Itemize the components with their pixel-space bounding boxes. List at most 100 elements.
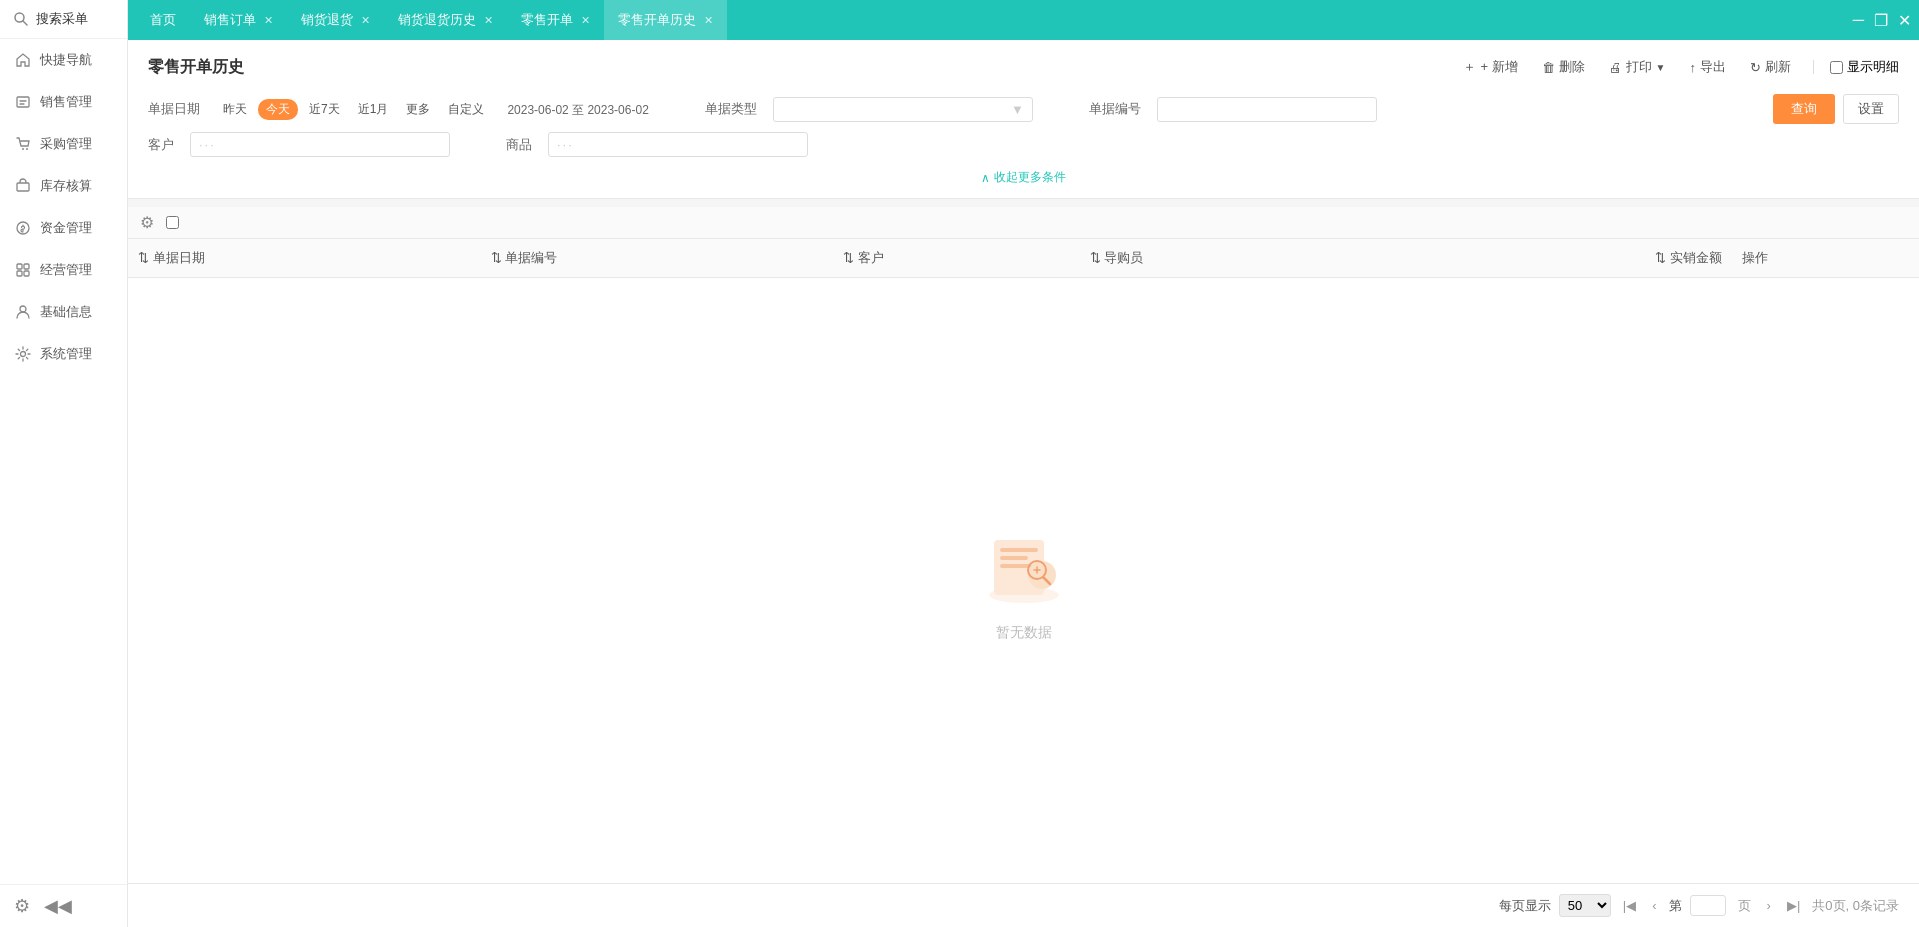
svg-point-3 bbox=[22, 148, 24, 150]
col-date: ⇅ 单据日期 bbox=[128, 239, 481, 278]
sidebar-item-operations[interactable]: 经营管理 bbox=[0, 249, 127, 291]
date-filter-buttons: 昨天 今天 近7天 近1月 更多 自定义 bbox=[216, 99, 491, 120]
date-btn-more[interactable]: 更多 bbox=[399, 99, 437, 120]
svg-point-18 bbox=[1028, 561, 1056, 589]
collapse-filters-label: 收起更多条件 bbox=[994, 169, 1066, 186]
sidebar-item-basic-info[interactable]: 基础信息 bbox=[0, 291, 127, 333]
window-minimize-btn[interactable]: ─ bbox=[1853, 11, 1864, 29]
page-number-input[interactable]: 1 bbox=[1690, 895, 1726, 916]
purchase-icon bbox=[14, 135, 32, 153]
col-date-sort-icon[interactable]: ⇅ bbox=[138, 250, 149, 265]
sidebar-item-quick-nav[interactable]: 快捷导航 bbox=[0, 39, 127, 81]
page-header: 零售开单历史 ＋ + 新增 🗑 删除 🖨 打印 ▼ bbox=[128, 40, 1919, 199]
col-amount-sort-icon[interactable]: ⇅ bbox=[1655, 250, 1666, 265]
date-btn-1month[interactable]: 近1月 bbox=[351, 99, 396, 120]
tab-sales-return[interactable]: 销货退货 ✕ bbox=[287, 0, 384, 40]
sidebar-label-finance: 资金管理 bbox=[40, 219, 92, 237]
product-filter-label: 商品 bbox=[506, 136, 532, 154]
page-label-before: 第 bbox=[1669, 897, 1682, 915]
query-button[interactable]: 查询 bbox=[1773, 94, 1835, 124]
svg-rect-9 bbox=[17, 271, 22, 276]
system-icon bbox=[14, 345, 32, 363]
display-detail-input[interactable] bbox=[1830, 61, 1843, 74]
table-toolbar: ⚙ bbox=[128, 207, 1919, 239]
order-num-filter-input[interactable] bbox=[1157, 97, 1377, 122]
per-page-select[interactable]: 50 100 200 bbox=[1559, 894, 1611, 917]
display-detail-checkbox[interactable]: 显示明细 bbox=[1830, 58, 1899, 76]
empty-state: 暂无数据 bbox=[128, 278, 1919, 883]
col-customer-sort-icon[interactable]: ⇅ bbox=[843, 250, 854, 265]
collapse-filters-bar[interactable]: ∧ 收起更多条件 bbox=[148, 165, 1899, 194]
sidebar-search[interactable]: 搜索采单 bbox=[0, 0, 127, 39]
col-customer: ⇅ 客户 bbox=[833, 239, 1080, 278]
tab-close-sales-order[interactable]: ✕ bbox=[264, 14, 273, 27]
print-icon: 🖨 bbox=[1609, 60, 1622, 75]
data-table: ⇅ 单据日期 ⇅ 单据编号 ⇅ 客户 ⇅ 导购员 bbox=[128, 239, 1919, 278]
sidebar-label-quick-nav: 快捷导航 bbox=[40, 51, 92, 69]
sidebar-item-finance[interactable]: 资金管理 bbox=[0, 207, 127, 249]
tab-close-retail-open[interactable]: ✕ bbox=[581, 14, 590, 27]
tab-retail-open[interactable]: 零售开单 ✕ bbox=[507, 0, 604, 40]
pagination: 每页显示 50 100 200 |◀ ‹ 第 1 页 › ▶| 共0页, 0条记… bbox=[128, 883, 1919, 927]
sidebar-bottom: ⚙ ◀◀ bbox=[0, 884, 127, 927]
sidebar-item-inventory[interactable]: 库存核算 bbox=[0, 165, 127, 207]
gear-icon[interactable]: ⚙ bbox=[14, 895, 30, 917]
tab-close-sales-return-history[interactable]: ✕ bbox=[484, 14, 493, 27]
type-filter-select[interactable]: ▼ bbox=[773, 97, 1033, 122]
table-settings-icon[interactable]: ⚙ bbox=[140, 213, 154, 232]
product-filter-select[interactable]: ··· bbox=[548, 132, 808, 157]
order-num-filter-label: 单据编号 bbox=[1089, 100, 1141, 118]
sidebar-label-operations: 经营管理 bbox=[40, 261, 92, 279]
page-title-row: 零售开单历史 ＋ + 新增 🗑 删除 🖨 打印 ▼ bbox=[148, 54, 1899, 80]
export-button[interactable]: ↑ 导出 bbox=[1684, 54, 1733, 80]
sidebar: 搜索采单 快捷导航 销售管理 采购管理 bbox=[0, 0, 128, 927]
add-button[interactable]: ＋ + 新增 bbox=[1457, 54, 1523, 80]
date-btn-today[interactable]: 今天 bbox=[258, 99, 298, 120]
page-next-btn[interactable]: › bbox=[1763, 896, 1775, 915]
search-icon bbox=[12, 10, 30, 28]
page-first-btn[interactable]: |◀ bbox=[1619, 896, 1640, 915]
operations-icon bbox=[14, 261, 32, 279]
svg-rect-8 bbox=[24, 264, 29, 269]
print-button[interactable]: 🖨 打印 ▼ bbox=[1603, 54, 1672, 80]
sidebar-label-sales-mgmt: 销售管理 bbox=[40, 93, 92, 111]
settings-button[interactable]: 设置 bbox=[1843, 94, 1899, 124]
total-info: 共0页, 0条记录 bbox=[1812, 897, 1899, 915]
product-select-dots: ··· bbox=[557, 137, 574, 152]
date-btn-custom[interactable]: 自定义 bbox=[441, 99, 491, 120]
filter-area: 单据日期 昨天 今天 近7天 近1月 更多 自定义 2023-06-02 至 2… bbox=[148, 94, 1899, 198]
col-guide-sort-icon[interactable]: ⇅ bbox=[1090, 250, 1101, 265]
svg-rect-7 bbox=[17, 264, 22, 269]
sidebar-item-system-mgmt[interactable]: 系统管理 bbox=[0, 333, 127, 375]
tab-close-retail-history[interactable]: ✕ bbox=[704, 14, 713, 27]
type-filter-label: 单据类型 bbox=[705, 100, 757, 118]
home-icon bbox=[14, 51, 32, 69]
page-last-btn[interactable]: ▶| bbox=[1783, 896, 1804, 915]
sidebar-label-basic-info: 基础信息 bbox=[40, 303, 92, 321]
customer-filter-select[interactable]: ··· bbox=[190, 132, 450, 157]
refresh-icon: ↻ bbox=[1750, 60, 1761, 75]
window-restore-btn[interactable]: ❐ bbox=[1874, 11, 1888, 30]
svg-rect-5 bbox=[17, 183, 29, 191]
tab-close-sales-return[interactable]: ✕ bbox=[361, 14, 370, 27]
date-btn-yesterday[interactable]: 昨天 bbox=[216, 99, 254, 120]
tab-retail-history[interactable]: 零售开单历史 ✕ bbox=[604, 0, 727, 40]
collapse-icon[interactable]: ◀◀ bbox=[44, 895, 72, 917]
table-header: ⇅ 单据日期 ⇅ 单据编号 ⇅ 客户 ⇅ 导购员 bbox=[128, 239, 1919, 278]
window-close-btn[interactable]: ✕ bbox=[1898, 11, 1911, 30]
col-amount: ⇅ 实销金额 bbox=[1379, 239, 1732, 278]
sidebar-item-sales-mgmt[interactable]: 销售管理 bbox=[0, 81, 127, 123]
select-all-checkbox[interactable] bbox=[166, 216, 179, 229]
nav-right-controls: ─ ❐ ✕ bbox=[1853, 11, 1911, 30]
refresh-button[interactable]: ↻ 刷新 bbox=[1744, 54, 1797, 80]
sidebar-search-label: 搜索采单 bbox=[36, 10, 88, 28]
col-orderno-sort-icon[interactable]: ⇅ bbox=[491, 250, 502, 265]
page-prev-btn[interactable]: ‹ bbox=[1648, 896, 1660, 915]
sidebar-item-purchase-mgmt[interactable]: 采购管理 bbox=[0, 123, 127, 165]
date-btn-7days[interactable]: 近7天 bbox=[302, 99, 347, 120]
tab-sales-order[interactable]: 销售订单 ✕ bbox=[190, 0, 287, 40]
delete-button[interactable]: 🗑 删除 bbox=[1536, 54, 1591, 80]
tab-home[interactable]: 首页 bbox=[136, 0, 190, 40]
tab-sales-return-history[interactable]: 销货退货历史 ✕ bbox=[384, 0, 507, 40]
main-content: 首页 销售订单 ✕ 销货退货 ✕ 销货退货历史 ✕ 零售开单 ✕ 零售开单历史 … bbox=[128, 0, 1919, 927]
